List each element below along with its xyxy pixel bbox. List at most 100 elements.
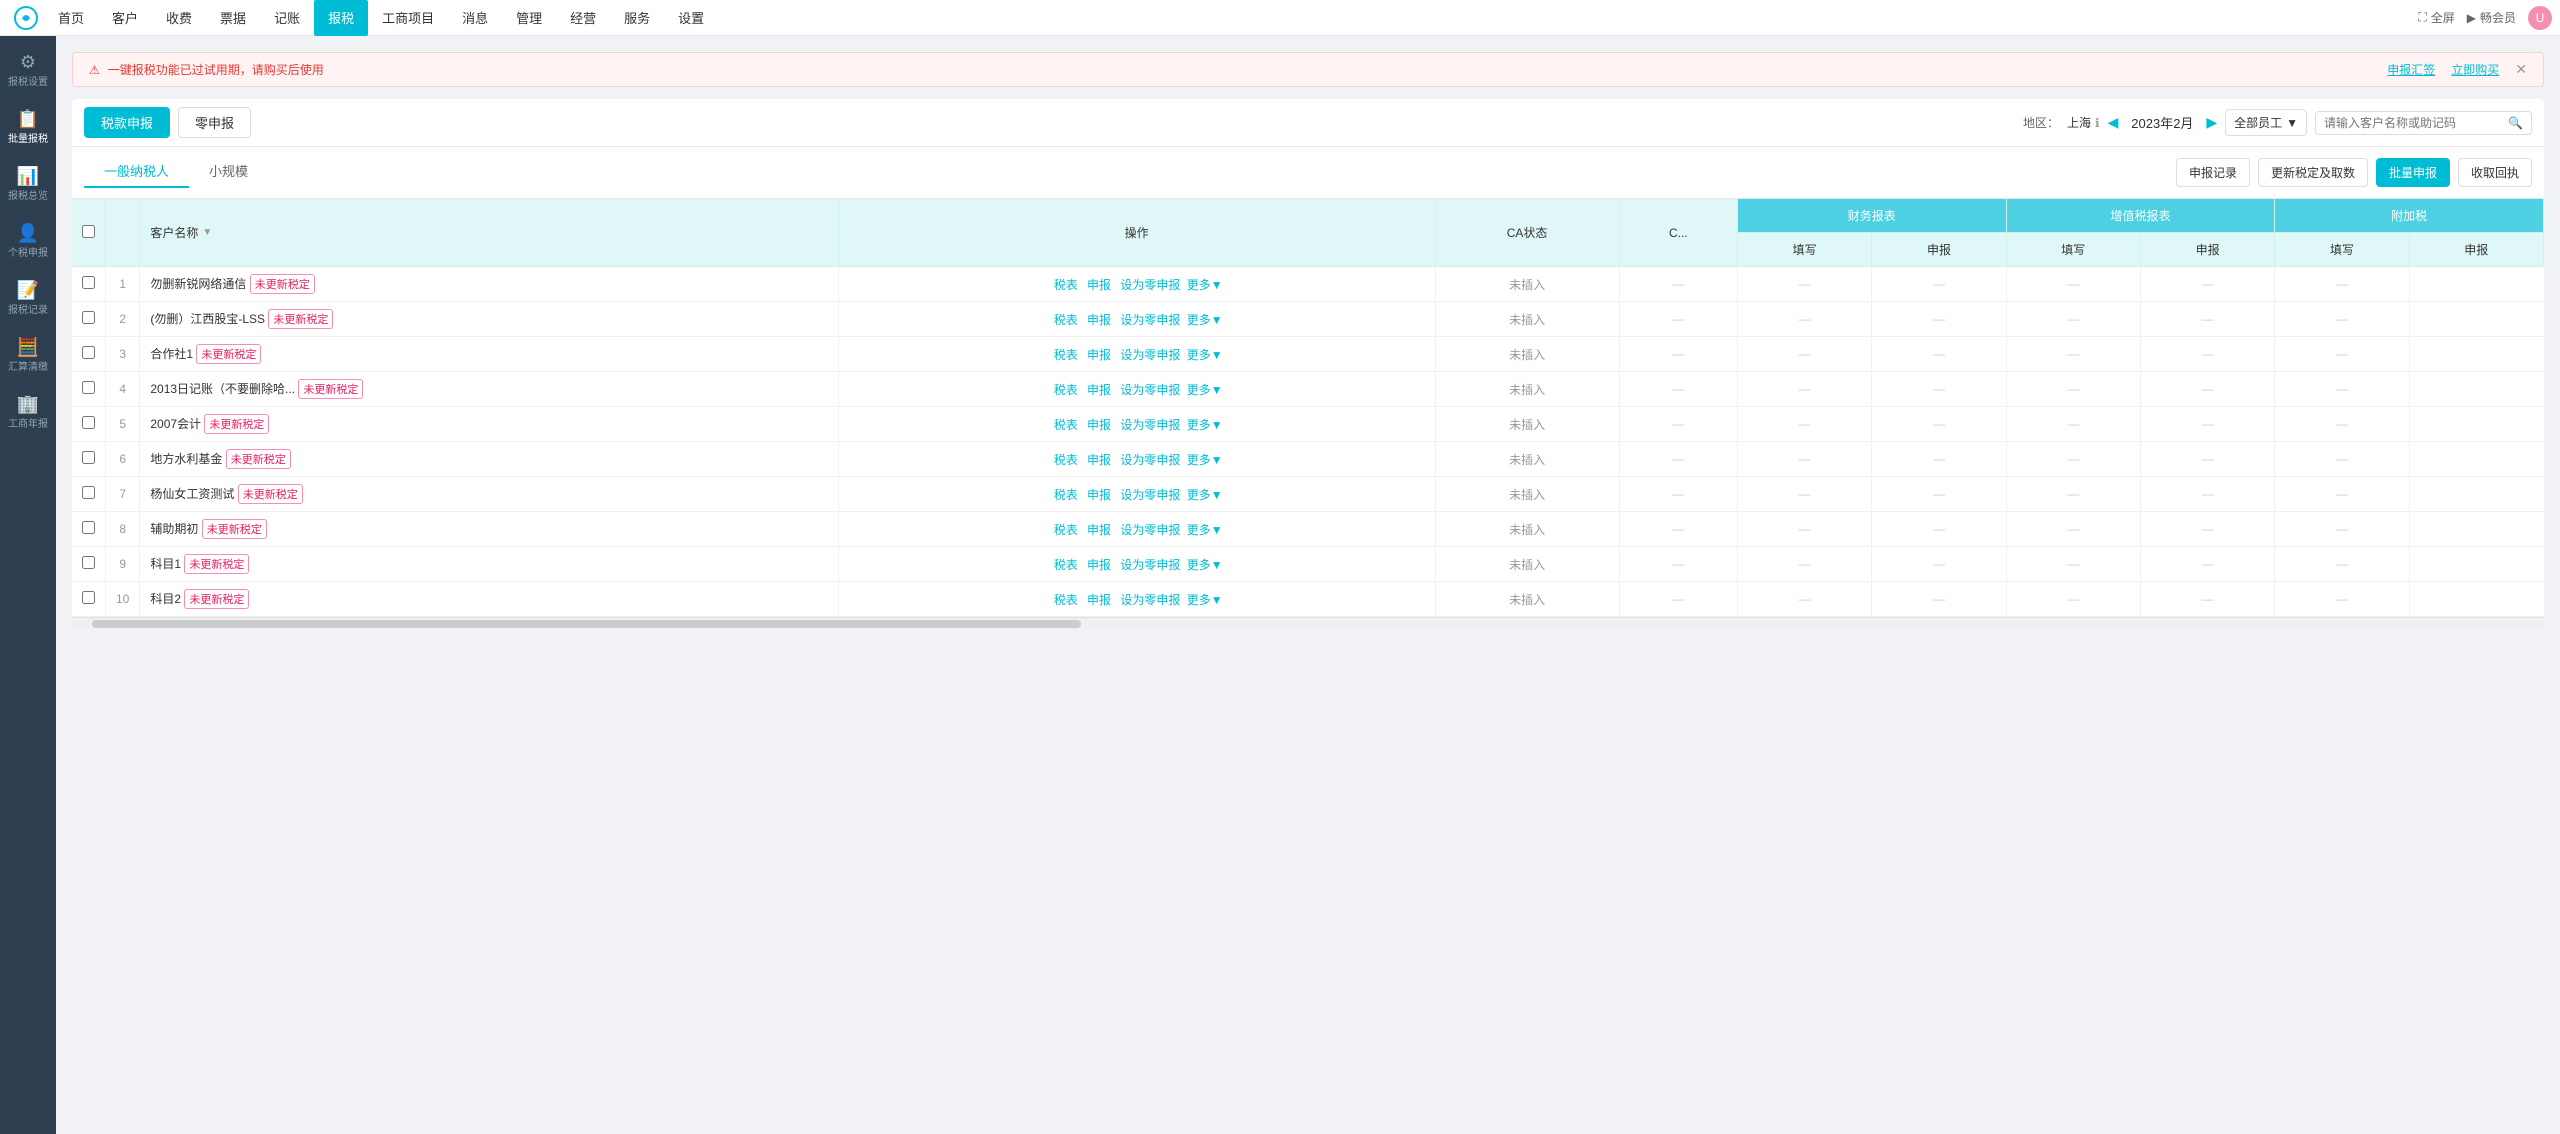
row-checkbox-6[interactable] [82,486,95,499]
next-month-button[interactable]: ▶ [2206,114,2217,131]
avatar[interactable]: U [2528,6,2552,30]
row-checkbox-0[interactable] [82,276,95,289]
op-declare-5[interactable]: 申报 [1087,453,1111,467]
op-zero-8[interactable]: 设为零申报 [1120,558,1180,572]
select-all-checkbox[interactable] [82,225,95,238]
op-zero-4[interactable]: 设为零申报 [1120,418,1180,432]
search-icon[interactable]: 🔍 [2508,116,2523,130]
collect-receipt-button[interactable]: 收取回执 [2458,158,2532,187]
member-button[interactable]: ▶ 畅会员 [2467,9,2516,26]
sidebar-label-bizreport: 工商年报 [8,419,48,431]
op-taxform-7[interactable]: 税表 [1054,523,1078,537]
prev-month-button[interactable]: ◀ [2108,114,2119,131]
op-declare-2[interactable]: 申报 [1087,348,1111,362]
op-declare-0[interactable]: 申报 [1087,278,1111,292]
row-checkbox-3[interactable] [82,381,95,394]
op-declare-4[interactable]: 申报 [1087,418,1111,432]
employee-select[interactable]: 全部员工 ▼ [2225,109,2307,136]
op-zero-0[interactable]: 设为零申报 [1120,278,1180,292]
sidebar-item-calculate[interactable]: 🧮 汇算清缴 [0,329,56,382]
op-more-8[interactable]: 更多▼ [1187,558,1223,572]
banner-close-button[interactable]: ✕ [2515,61,2527,78]
sidebar-item-batchtax[interactable]: 📋 批量报税 [0,101,56,154]
update-taxdef-button[interactable]: 更新税定及取数 [2258,158,2368,187]
op-taxform-2[interactable]: 税表 [1054,348,1078,362]
sidebar-item-personaltax[interactable]: 👤 个税申报 [0,215,56,268]
sidebar-item-bizreport[interactable]: 🏢 工商年报 [0,386,56,439]
op-more-7[interactable]: 更多▼ [1187,523,1223,537]
op-more-4[interactable]: 更多▼ [1187,418,1223,432]
sidebar-item-taxoverview[interactable]: 📊 报税总览 [0,158,56,211]
client-name-text: 科目1 [150,557,181,571]
declaration-record-button[interactable]: 申报记录 [2176,158,2250,187]
op-zero-1[interactable]: 设为零申报 [1120,313,1180,327]
op-more-5[interactable]: 更多▼ [1187,453,1223,467]
sub-tab-small[interactable]: 小规模 [189,155,268,188]
tab-tax-declaration[interactable]: 税款申报 [84,107,170,138]
row-checkbox-2[interactable] [82,346,95,359]
op-taxform-5[interactable]: 税表 [1054,453,1078,467]
op-taxform-3[interactable]: 税表 [1054,383,1078,397]
op-declare-3[interactable]: 申报 [1087,383,1111,397]
row-checkbox-4[interactable] [82,416,95,429]
horizontal-scrollbar[interactable] [72,617,2544,629]
sub-tab-general[interactable]: 一般纳税人 [84,155,189,188]
sidebar-item-taxrecord[interactable]: 📝 报税记录 [0,272,56,325]
nav-item-client[interactable]: 客户 [98,0,152,36]
scrollbar-thumb[interactable] [92,620,1081,628]
op-more-2[interactable]: 更多▼ [1187,348,1223,362]
client-name-text: 地方水利基金 [150,452,222,466]
op-declare-9[interactable]: 申报 [1087,593,1111,607]
op-declare-8[interactable]: 申报 [1087,558,1111,572]
row-checkbox-7[interactable] [82,521,95,534]
op-zero-3[interactable]: 设为零申报 [1120,383,1180,397]
op-more-1[interactable]: 更多▼ [1187,313,1223,327]
op-taxform-8[interactable]: 税表 [1054,558,1078,572]
search-input[interactable] [2324,116,2504,130]
tab-zero-declaration[interactable]: 零申报 [178,107,251,138]
op-zero-7[interactable]: 设为零申报 [1120,523,1180,537]
banner-link-report[interactable]: 申报汇签 [2387,61,2435,78]
op-taxform-4[interactable]: 税表 [1054,418,1078,432]
op-more-3[interactable]: 更多▼ [1187,383,1223,397]
op-taxform-0[interactable]: 税表 [1054,278,1078,292]
op-declare-6[interactable]: 申报 [1087,488,1111,502]
op-declare-7[interactable]: 申报 [1087,523,1111,537]
op-more-0[interactable]: 更多▼ [1187,278,1223,292]
nav-item-operations[interactable]: 经营 [556,0,610,36]
op-zero-6[interactable]: 设为零申报 [1120,488,1180,502]
sidebar-item-taxsettings[interactable]: ⚙ 报税设置 [0,44,56,97]
nav-item-invoice[interactable]: 票据 [206,0,260,36]
nav-item-fee[interactable]: 收费 [152,0,206,36]
row-checkbox-8[interactable] [82,556,95,569]
nav-item-bookkeeping[interactable]: 记账 [260,0,314,36]
nav-item-admin[interactable]: 管理 [502,0,556,36]
op-taxform-1[interactable]: 税表 [1054,313,1078,327]
row-checkbox-1[interactable] [82,311,95,324]
op-taxform-9[interactable]: 税表 [1054,593,1078,607]
nav-item-home[interactable]: 首页 [44,0,98,36]
banner-left: ⚠ 一键报税功能已过试用期，请购买后使用 [89,61,324,78]
client-name-text: 勿删新锐网络通信 [150,277,246,291]
row-checkbox-9[interactable] [82,591,95,604]
info-icon[interactable]: ℹ [2095,116,2100,130]
row-tax1-6: — [1872,477,2006,512]
op-zero-2[interactable]: 设为零申报 [1120,348,1180,362]
op-declare-1[interactable]: 申报 [1087,313,1111,327]
op-zero-5[interactable]: 设为零申报 [1120,453,1180,467]
nav-item-tax[interactable]: 报税 [314,0,368,36]
banner-link-buy[interactable]: 立即购买 [2451,61,2499,78]
nav-item-message[interactable]: 消息 [448,0,502,36]
nav-item-service[interactable]: 服务 [610,0,664,36]
nav-item-settings[interactable]: 设置 [664,0,718,36]
op-more-6[interactable]: 更多▼ [1187,488,1223,502]
op-more-9[interactable]: 更多▼ [1187,593,1223,607]
main-layout: ⚙ 报税设置 📋 批量报税 📊 报税总览 👤 个税申报 📝 报税记录 🧮 汇算清… [0,36,2560,1134]
op-taxform-6[interactable]: 税表 [1054,488,1078,502]
batch-declare-button[interactable]: 批量申报 [2376,158,2450,187]
fullscreen-button[interactable]: ⛶ 全屏 [2418,9,2454,26]
sort-icon[interactable]: ▼ [202,227,212,238]
op-zero-9[interactable]: 设为零申报 [1120,593,1180,607]
row-checkbox-5[interactable] [82,451,95,464]
nav-item-bizproject[interactable]: 工商项目 [368,0,448,36]
